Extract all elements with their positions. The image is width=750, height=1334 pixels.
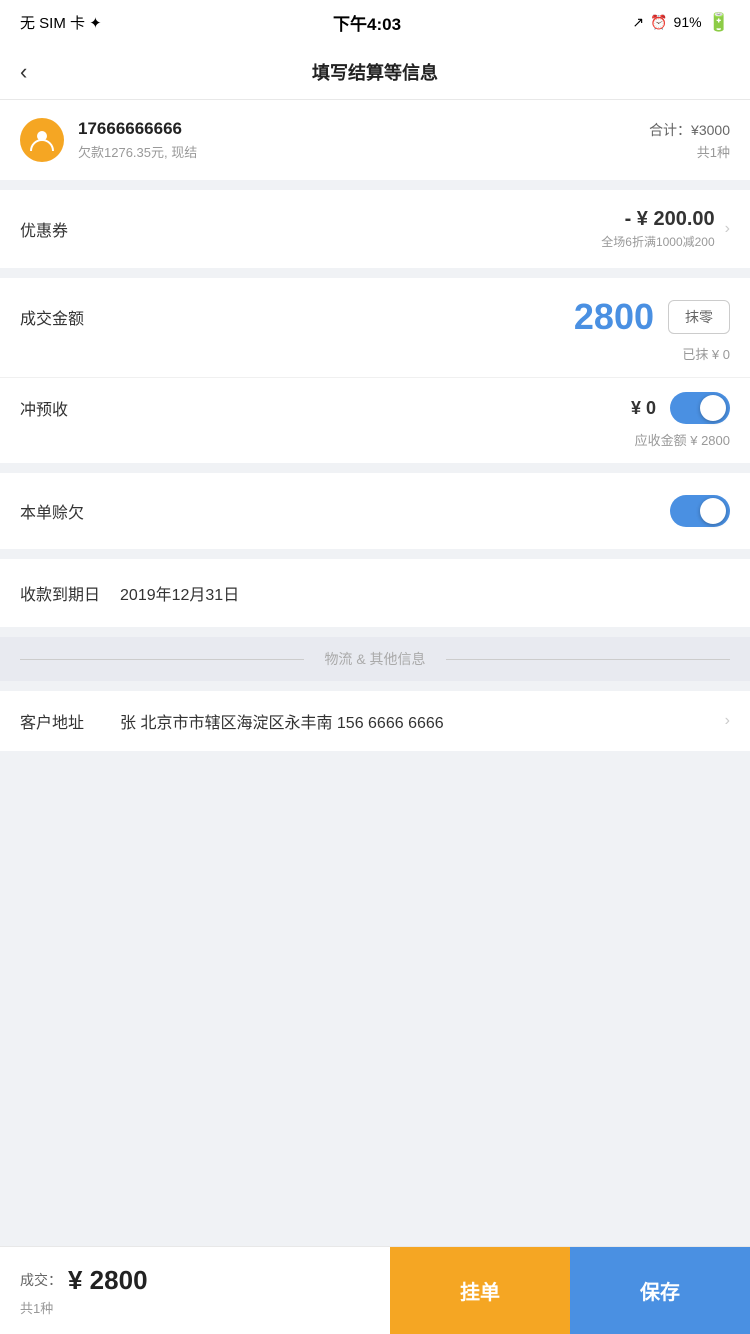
status-left: 无 SIM 卡 ✦ — [20, 12, 102, 33]
erased-row: 已抹 ¥ 0 — [0, 344, 750, 377]
nav-bar: ‹ 填写结算等信息 — [0, 44, 750, 100]
summary-label: 成交： — [20, 1270, 62, 1290]
total-count: 共1种 — [649, 142, 730, 161]
address-label: 客户地址 — [20, 709, 100, 733]
address-chevron-icon: › — [725, 712, 730, 730]
duedate-value: 2019年12月31日 — [120, 581, 239, 605]
address-row[interactable]: 客户地址 张 北京市市辖区海淀区永丰南 156 6666 6666 › — [0, 691, 750, 751]
prepay-right: ¥ 0 — [631, 392, 730, 424]
amount-right: 2800 抹零 — [574, 296, 730, 338]
customer-right: 合计：¥3000 共1种 — [649, 120, 730, 161]
bottom-bar: 成交： ¥ 2800 共1种 挂单 保存 — [0, 1246, 750, 1334]
bottom-summary: 成交： ¥ 2800 共1种 — [0, 1265, 390, 1317]
coupon-section: 优惠券 - ¥ 200.00 全场6折满1000减200 › — [0, 190, 750, 268]
prepay-sub: 应收金额 ¥ 2800 — [0, 430, 750, 463]
alarm-icon: ⏰ — [650, 14, 667, 31]
divider-section: 物流 & 其他信息 — [0, 637, 750, 681]
debt-section: 本单赊欠 — [0, 473, 750, 549]
duedate-row: 收款到期日 2019年12月31日 — [0, 559, 750, 627]
pending-button[interactable]: 挂单 — [390, 1247, 570, 1334]
divider-text: 物流 & 其他信息 — [324, 649, 425, 669]
back-button[interactable]: ‹ — [20, 59, 27, 85]
amount-value: 2800 — [574, 296, 654, 338]
gray-area — [0, 761, 750, 881]
duedate-label: 收款到期日 — [20, 581, 100, 605]
transaction-section: 成交金额 2800 抹零 已抹 ¥ 0 冲预收 ¥ 0 — [0, 278, 750, 463]
amount-label: 成交金额 — [20, 305, 84, 329]
coupon-right: - ¥ 200.00 全场6折满1000减200 › — [601, 208, 730, 250]
total-label: 合计：¥3000 — [649, 120, 730, 140]
divider-line-left — [20, 659, 304, 660]
status-right: ↗ ⏰ 91% 🔋 — [632, 12, 730, 33]
coupon-chevron-icon: › — [725, 220, 730, 238]
address-section: 客户地址 张 北京市市辖区海淀区永丰南 156 6666 6666 › — [0, 691, 750, 751]
erased-label: 已抹 ¥ 0 — [682, 347, 730, 362]
debt-toggle-thumb — [700, 498, 726, 524]
prepay-label: 冲预收 — [20, 396, 68, 420]
no-sim-text: 无 SIM 卡 ✦ — [20, 12, 102, 33]
coupon-row[interactable]: 优惠券 - ¥ 200.00 全场6折满1000减200 › — [0, 190, 750, 268]
summary-amount: ¥ 2800 — [68, 1265, 148, 1296]
debt-toggle[interactable] — [670, 495, 730, 527]
round-button[interactable]: 抹零 — [668, 300, 730, 334]
coupon-desc: 全场6折满1000减200 — [601, 233, 714, 250]
location-icon: ↗ — [632, 14, 644, 31]
prepay-toggle-thumb — [700, 395, 726, 421]
prepay-amount: ¥ 0 — [631, 398, 656, 419]
customer-debt: 欠款1276.35元, 现结 — [78, 142, 197, 161]
debt-toggle-track — [670, 495, 730, 527]
page-title: 填写结算等信息 — [312, 59, 438, 85]
content: 17666666666 欠款1276.35元, 现结 合计：¥3000 共1种 … — [0, 100, 750, 971]
duedate-section: 收款到期日 2019年12月31日 — [0, 559, 750, 627]
prepay-toggle[interactable] — [670, 392, 730, 424]
divider-line-right — [446, 659, 730, 660]
battery-icon: 🔋 — [708, 12, 730, 33]
prepay-row: 冲预收 ¥ 0 — [0, 377, 750, 430]
debt-label: 本单赊欠 — [20, 499, 84, 523]
address-value: 张 北京市市辖区海淀区永丰南 156 6666 6666 — [120, 709, 715, 733]
save-button[interactable]: 保存 — [570, 1247, 750, 1334]
prepay-desc: 应收金额 ¥ 2800 — [635, 433, 730, 448]
amount-row: 成交金额 2800 抹零 — [0, 278, 750, 344]
summary-count: 共1种 — [20, 1298, 370, 1317]
customer-left: 17666666666 欠款1276.35元, 现结 — [20, 118, 197, 162]
customer-card: 17666666666 欠款1276.35元, 现结 合计：¥3000 共1种 — [0, 100, 750, 180]
avatar — [20, 118, 64, 162]
prepay-toggle-track — [670, 392, 730, 424]
customer-phone: 17666666666 — [78, 119, 197, 139]
coupon-label: 优惠券 — [20, 217, 68, 241]
coupon-amount: - ¥ 200.00 — [601, 208, 714, 231]
battery-text: 91% — [674, 14, 702, 30]
status-time: 下午4:03 — [333, 10, 401, 35]
customer-info: 17666666666 欠款1276.35元, 现结 — [78, 119, 197, 161]
debt-row: 本单赊欠 — [0, 473, 750, 549]
summary-title: 成交： ¥ 2800 — [20, 1265, 370, 1296]
status-bar: 无 SIM 卡 ✦ 下午4:03 ↗ ⏰ 91% 🔋 — [0, 0, 750, 44]
